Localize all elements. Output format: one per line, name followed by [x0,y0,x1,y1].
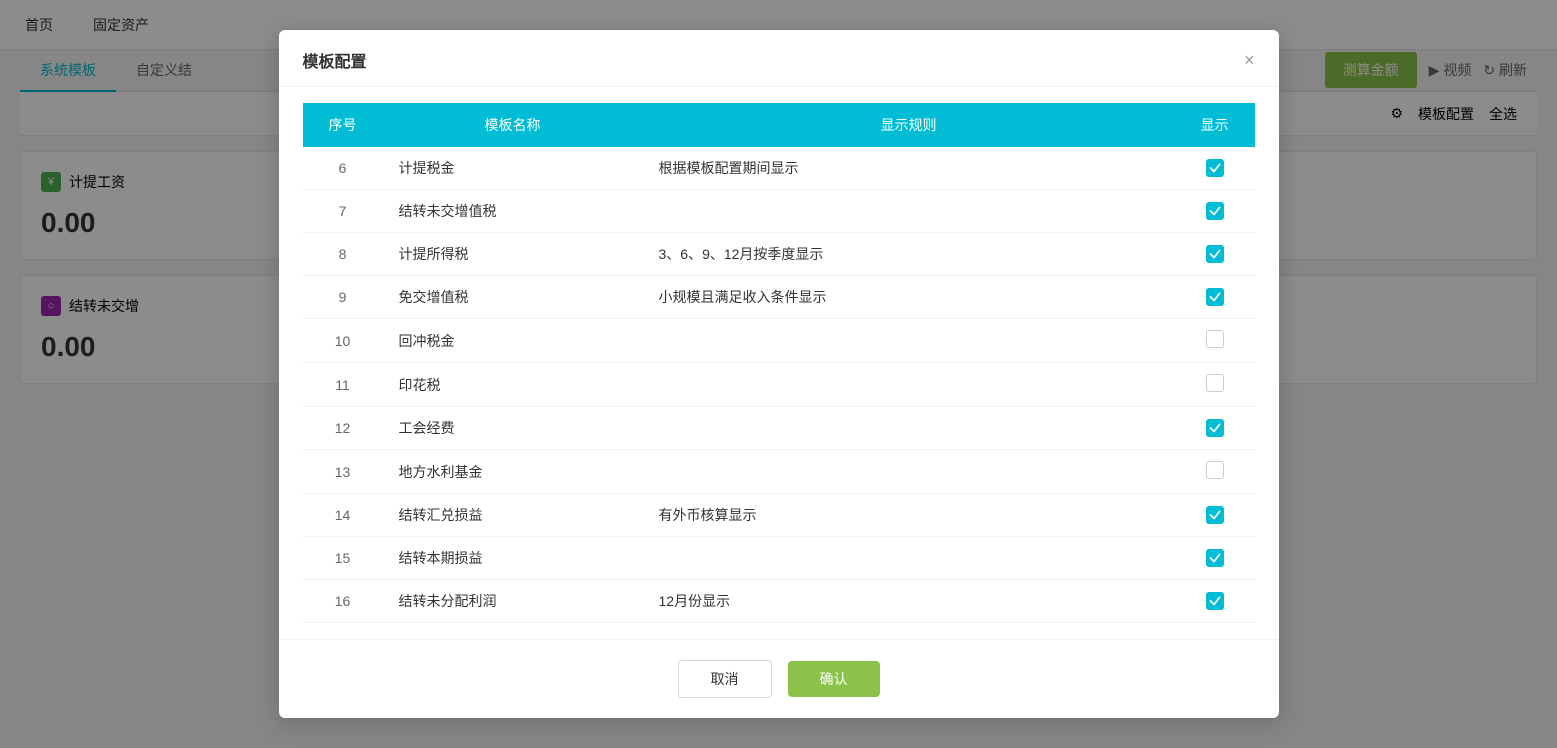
checkbox-checked[interactable] [1206,506,1224,524]
row-index: 9 [303,276,383,319]
row-display-rule [643,450,1175,494]
table-row: 11印花税 [303,363,1255,407]
row-template-name: 回冲税金 [383,319,643,363]
checkbox-checked[interactable] [1206,419,1224,437]
config-table: 序号 模板名称 显示规则 显示 6计提税金根据模板配置期间显示7结转未交增值税8… [303,103,1255,623]
modal-overlay: 模板配置 × 序号 模板名称 显示规则 显示 6计提税金根据模板配置期间显 [0,0,1557,748]
cancel-button[interactable]: 取消 [678,660,772,698]
table-row: 6计提税金根据模板配置期间显示 [303,147,1255,190]
table-row: 12工会经费 [303,407,1255,450]
row-checkbox-cell [1175,407,1255,450]
row-display-rule [643,190,1175,233]
table-row: 14结转汇兑损益有外币核算显示 [303,494,1255,537]
row-display-rule [643,407,1175,450]
row-checkbox-cell [1175,494,1255,537]
dialog-footer: 取消 确认 [279,639,1279,718]
row-template-name: 地方水利基金 [383,450,643,494]
row-display-rule: 根据模板配置期间显示 [643,147,1175,190]
checkbox-checked[interactable] [1206,159,1224,177]
row-index: 13 [303,450,383,494]
row-index: 14 [303,494,383,537]
confirm-button[interactable]: 确认 [788,661,880,697]
dialog-header: 模板配置 × [279,30,1279,87]
checkbox-unchecked[interactable] [1206,330,1224,348]
row-index: 12 [303,407,383,450]
table-scroll-area[interactable]: 序号 模板名称 显示规则 显示 6计提税金根据模板配置期间显示7结转未交增值税8… [303,103,1255,623]
checkbox-unchecked[interactable] [1206,461,1224,479]
row-display-rule: 有外币核算显示 [643,494,1175,537]
row-template-name: 计提税金 [383,147,643,190]
table-row: 13地方水利基金 [303,450,1255,494]
row-index: 6 [303,147,383,190]
row-index: 10 [303,319,383,363]
row-checkbox-cell [1175,190,1255,233]
table-row: 9免交增值税小规模且满足收入条件显示 [303,276,1255,319]
row-display-rule [643,319,1175,363]
col-header-rule: 显示规则 [643,103,1175,147]
template-config-dialog: 模板配置 × 序号 模板名称 显示规则 显示 6计提税金根据模板配置期间显 [279,30,1279,718]
row-template-name: 结转汇兑损益 [383,494,643,537]
row-template-name: 结转未分配利润 [383,580,643,623]
row-index: 16 [303,580,383,623]
checkbox-checked[interactable] [1206,549,1224,567]
row-template-name: 印花税 [383,363,643,407]
checkbox-checked[interactable] [1206,202,1224,220]
checkbox-unchecked[interactable] [1206,374,1224,392]
row-template-name: 免交增值税 [383,276,643,319]
table-row: 8计提所得税3、6、9、12月按季度显示 [303,233,1255,276]
row-checkbox-cell [1175,537,1255,580]
table-row: 7结转未交增值税 [303,190,1255,233]
checkbox-checked[interactable] [1206,288,1224,306]
dialog-body: 序号 模板名称 显示规则 显示 6计提税金根据模板配置期间显示7结转未交增值税8… [279,87,1279,639]
row-checkbox-cell [1175,147,1255,190]
col-header-index: 序号 [303,103,383,147]
row-checkbox-cell [1175,450,1255,494]
row-index: 7 [303,190,383,233]
row-display-rule [643,363,1175,407]
row-display-rule: 小规模且满足收入条件显示 [643,276,1175,319]
row-display-rule [643,537,1175,580]
table-row: 16结转未分配利润12月份显示 [303,580,1255,623]
row-template-name: 工会经费 [383,407,643,450]
table-header-row: 序号 模板名称 显示规则 显示 [303,103,1255,147]
checkbox-checked[interactable] [1206,592,1224,610]
row-template-name: 结转本期损益 [383,537,643,580]
row-template-name: 结转未交增值税 [383,190,643,233]
table-row: 10回冲税金 [303,319,1255,363]
row-template-name: 计提所得税 [383,233,643,276]
checkbox-checked[interactable] [1206,245,1224,263]
row-checkbox-cell [1175,580,1255,623]
row-display-rule: 3、6、9、12月按季度显示 [643,233,1175,276]
row-index: 11 [303,363,383,407]
row-checkbox-cell [1175,319,1255,363]
dialog-title: 模板配置 [303,48,367,72]
col-header-name: 模板名称 [383,103,643,147]
row-index: 15 [303,537,383,580]
table-row: 15结转本期损益 [303,537,1255,580]
dialog-close-button[interactable]: × [1244,51,1255,69]
row-display-rule: 12月份显示 [643,580,1175,623]
row-index: 8 [303,233,383,276]
row-checkbox-cell [1175,233,1255,276]
row-checkbox-cell [1175,363,1255,407]
col-header-show: 显示 [1175,103,1255,147]
row-checkbox-cell [1175,276,1255,319]
